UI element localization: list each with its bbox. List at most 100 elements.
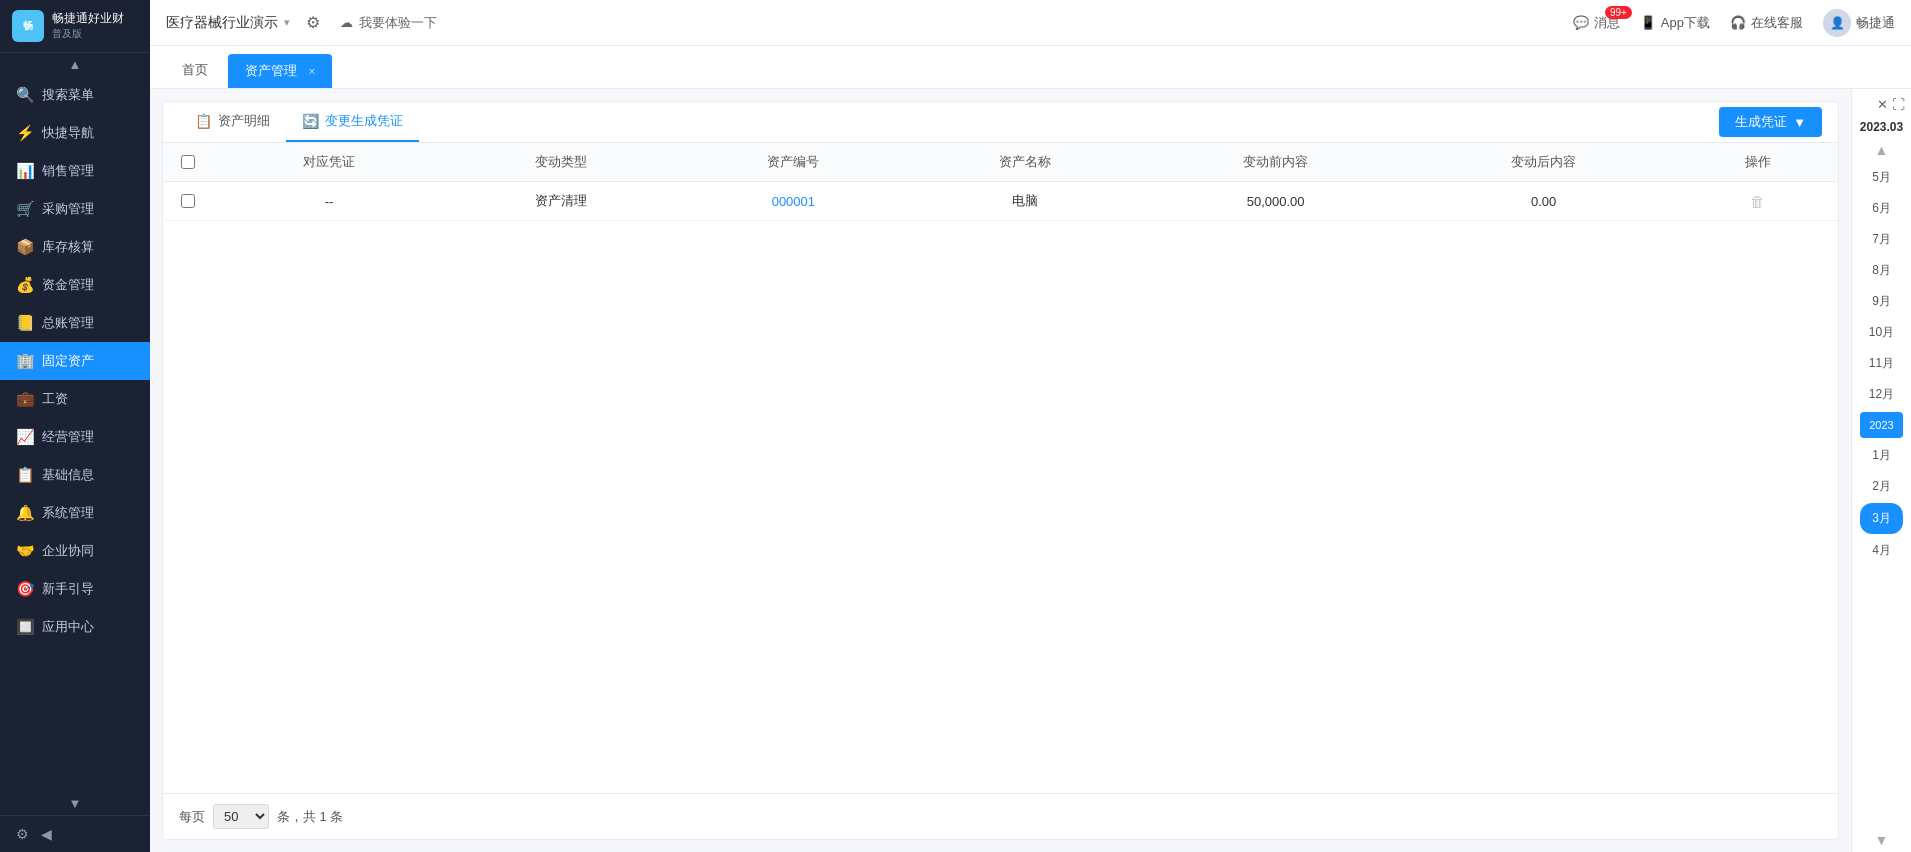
month-1[interactable]: 1月 — [1852, 440, 1911, 471]
scroll-up-arrow[interactable]: ▲ — [1852, 138, 1911, 162]
phone-icon: 📱 — [1640, 15, 1656, 30]
sidebar-item-quicknav[interactable]: ⚡ 快捷导航 — [0, 114, 150, 152]
month-3-active[interactable]: 3月 — [1860, 503, 1903, 534]
scroll-down-arrow[interactable]: ▼ — [1852, 828, 1911, 852]
basicinfo-icon: 📋 — [16, 466, 34, 484]
panel-tab1-label: 资产明细 — [218, 112, 270, 130]
col-change-type: 变动类型 — [445, 143, 677, 182]
generate-btn-arrow: ▼ — [1793, 115, 1806, 130]
month-4[interactable]: 4月 — [1852, 535, 1911, 566]
enterprise-icon: 🤝 — [16, 542, 34, 560]
panel-tab-asset-detail[interactable]: 📋 资产明细 — [179, 102, 286, 142]
settings-icon[interactable]: ⚙ — [16, 826, 29, 842]
table-row: -- 资产清理 000001 电脑 50,000.00 0.00 🗑 — [163, 182, 1838, 221]
message-btn[interactable]: 💬 消息 99+ — [1573, 14, 1620, 32]
row-asset-no: 000001 — [677, 182, 909, 221]
app-download-label: App下载 — [1661, 14, 1710, 32]
expand-panel-icon[interactable]: ⛶ — [1892, 97, 1905, 112]
total-text: 条，共 1 条 — [277, 808, 343, 826]
row-asset-name: 电脑 — [909, 182, 1141, 221]
sidebar-item-basicinfo[interactable]: 📋 基础信息 — [0, 456, 150, 494]
purchase-icon: 🛒 — [16, 200, 34, 218]
sidebar-item-ledger[interactable]: 📒 总账管理 — [0, 304, 150, 342]
change-icon: 🔄 — [302, 113, 319, 129]
sales-icon: 📊 — [16, 162, 34, 180]
payroll-icon: 💼 — [16, 390, 34, 408]
header-right: 💬 消息 99+ 📱 App下载 🎧 在线客服 👤 畅捷通 — [1573, 9, 1895, 37]
logo-icon: 畅 — [12, 10, 44, 42]
quicknav-icon: ⚡ — [16, 124, 34, 142]
panel-tabs: 📋 资产明细 🔄 变更生成凭证 生成凭证 ▼ — [163, 102, 1838, 143]
month-2[interactable]: 2月 — [1852, 471, 1911, 502]
ledger-icon: 📒 — [16, 314, 34, 332]
inventory-icon: 📦 — [16, 238, 34, 256]
logo-edition: 普及版 — [52, 27, 124, 41]
generate-voucher-button[interactable]: 生成凭证 ▼ — [1719, 107, 1822, 137]
customer-service-btn[interactable]: 🎧 在线客服 — [1730, 14, 1803, 32]
collapse-icon[interactable]: ◀ — [41, 826, 52, 842]
col-after-change: 变动后内容 — [1410, 143, 1678, 182]
sidebar-nav: 🔍 搜索菜单 ⚡ 快捷导航 📊 销售管理 🛒 采购管理 📦 库存核算 💰 资金管… — [0, 76, 150, 792]
select-all-checkbox[interactable] — [181, 155, 195, 169]
sidebar-item-purchase[interactable]: 🛒 采购管理 — [0, 190, 150, 228]
message-badge: 99+ — [1605, 6, 1632, 19]
per-page-select[interactable]: 10 20 50 100 — [213, 804, 269, 829]
user-menu-btn[interactable]: 👤 畅捷通 — [1823, 9, 1895, 37]
header: 医疗器械行业演示 ▾ ⚙ ☁ 我要体验一下 💬 消息 99+ 📱 App下载 🎧… — [150, 0, 1911, 46]
tab-home[interactable]: 首页 — [166, 54, 224, 88]
guide-icon: 🎯 — [16, 580, 34, 598]
main-area: 医疗器械行业演示 ▾ ⚙ ☁ 我要体验一下 💬 消息 99+ 📱 App下载 🎧… — [150, 0, 1911, 852]
app-download-btn[interactable]: 📱 App下载 — [1640, 14, 1710, 32]
sidebar-item-fixedassets[interactable]: 🏢 固定资产 — [0, 342, 150, 380]
panel-tab2-label: 变更生成凭证 — [325, 112, 403, 130]
month-10[interactable]: 10月 — [1852, 317, 1911, 348]
month-6[interactable]: 6月 — [1852, 193, 1911, 224]
experience-btn[interactable]: ☁ 我要体验一下 — [340, 14, 437, 32]
sidebar-item-search[interactable]: 🔍 搜索菜单 — [0, 76, 150, 114]
month-list: 5月 6月 7月 8月 9月 10月 11月 12月 2023 1月 2月 3月… — [1852, 162, 1911, 828]
system-icon: 🔔 — [16, 504, 34, 522]
col-asset-no: 资产编号 — [677, 143, 909, 182]
company-name: 医疗器械行业演示 — [166, 14, 278, 32]
change-table: 对应凭证 变动类型 资产编号 资产名称 变动前内容 变动后内容 操作 — [163, 143, 1838, 221]
close-panel-icon[interactable]: ✕ — [1877, 97, 1888, 112]
sidebar-scroll-down[interactable]: ▼ — [0, 792, 150, 815]
year-tag-2023: 2023 — [1860, 412, 1903, 438]
sidebar-item-system[interactable]: 🔔 系统管理 — [0, 494, 150, 532]
sidebar-item-fund[interactable]: 💰 资金管理 — [0, 266, 150, 304]
month-5[interactable]: 5月 — [1852, 162, 1911, 193]
month-12[interactable]: 12月 — [1852, 379, 1911, 410]
pagination: 每页 10 20 50 100 条，共 1 条 — [163, 793, 1838, 839]
month-8[interactable]: 8月 — [1852, 255, 1911, 286]
sidebar-item-inventory[interactable]: 📦 库存核算 — [0, 228, 150, 266]
sidebar-item-operations[interactable]: 📈 经营管理 — [0, 418, 150, 456]
month-11[interactable]: 11月 — [1852, 348, 1911, 379]
right-panel: ✕ ⛶ 2023.03 ▲ 5月 6月 7月 8月 9月 10月 11月 12月… — [1851, 89, 1911, 852]
message-icon: 💬 — [1573, 15, 1589, 30]
sidebar-item-appcenter[interactable]: 🔲 应用中心 — [0, 608, 150, 646]
sidebar-item-enterprise[interactable]: 🤝 企业协同 — [0, 532, 150, 570]
settings-gear-icon[interactable]: ⚙ — [306, 13, 320, 32]
month-9[interactable]: 9月 — [1852, 286, 1911, 317]
tab-close-icon[interactable]: × — [309, 65, 315, 77]
delete-icon[interactable]: 🗑 — [1750, 193, 1765, 210]
avatar: 👤 — [1823, 9, 1851, 37]
row-checkbox[interactable] — [181, 194, 195, 208]
content-area: 📋 资产明细 🔄 变更生成凭证 生成凭证 ▼ — [150, 89, 1911, 852]
sidebar-scroll-up[interactable]: ▲ — [0, 53, 150, 76]
month-7[interactable]: 7月 — [1852, 224, 1911, 255]
panel-tab-change-voucher[interactable]: 🔄 变更生成凭证 — [286, 102, 419, 142]
sidebar-item-payroll[interactable]: 💼 工资 — [0, 380, 150, 418]
tab-asset-management[interactable]: 资产管理 × — [228, 54, 332, 88]
company-dropdown-arrow[interactable]: ▾ — [284, 16, 290, 29]
row-checkbox-cell — [163, 182, 213, 221]
headset-icon: 🎧 — [1730, 15, 1746, 30]
customer-service-label: 在线客服 — [1751, 14, 1803, 32]
table-icon: 📋 — [195, 113, 212, 129]
row-before-change: 50,000.00 — [1142, 182, 1410, 221]
sidebar-item-sales[interactable]: 📊 销售管理 — [0, 152, 150, 190]
sidebar-item-guide[interactable]: 🎯 新手引导 — [0, 570, 150, 608]
row-action-cell: 🗑 — [1678, 182, 1838, 221]
sidebar: 畅 畅捷通好业财 普及版 ▲ 🔍 搜索菜单 ⚡ 快捷导航 📊 销售管理 🛒 采购… — [0, 0, 150, 852]
operations-icon: 📈 — [16, 428, 34, 446]
